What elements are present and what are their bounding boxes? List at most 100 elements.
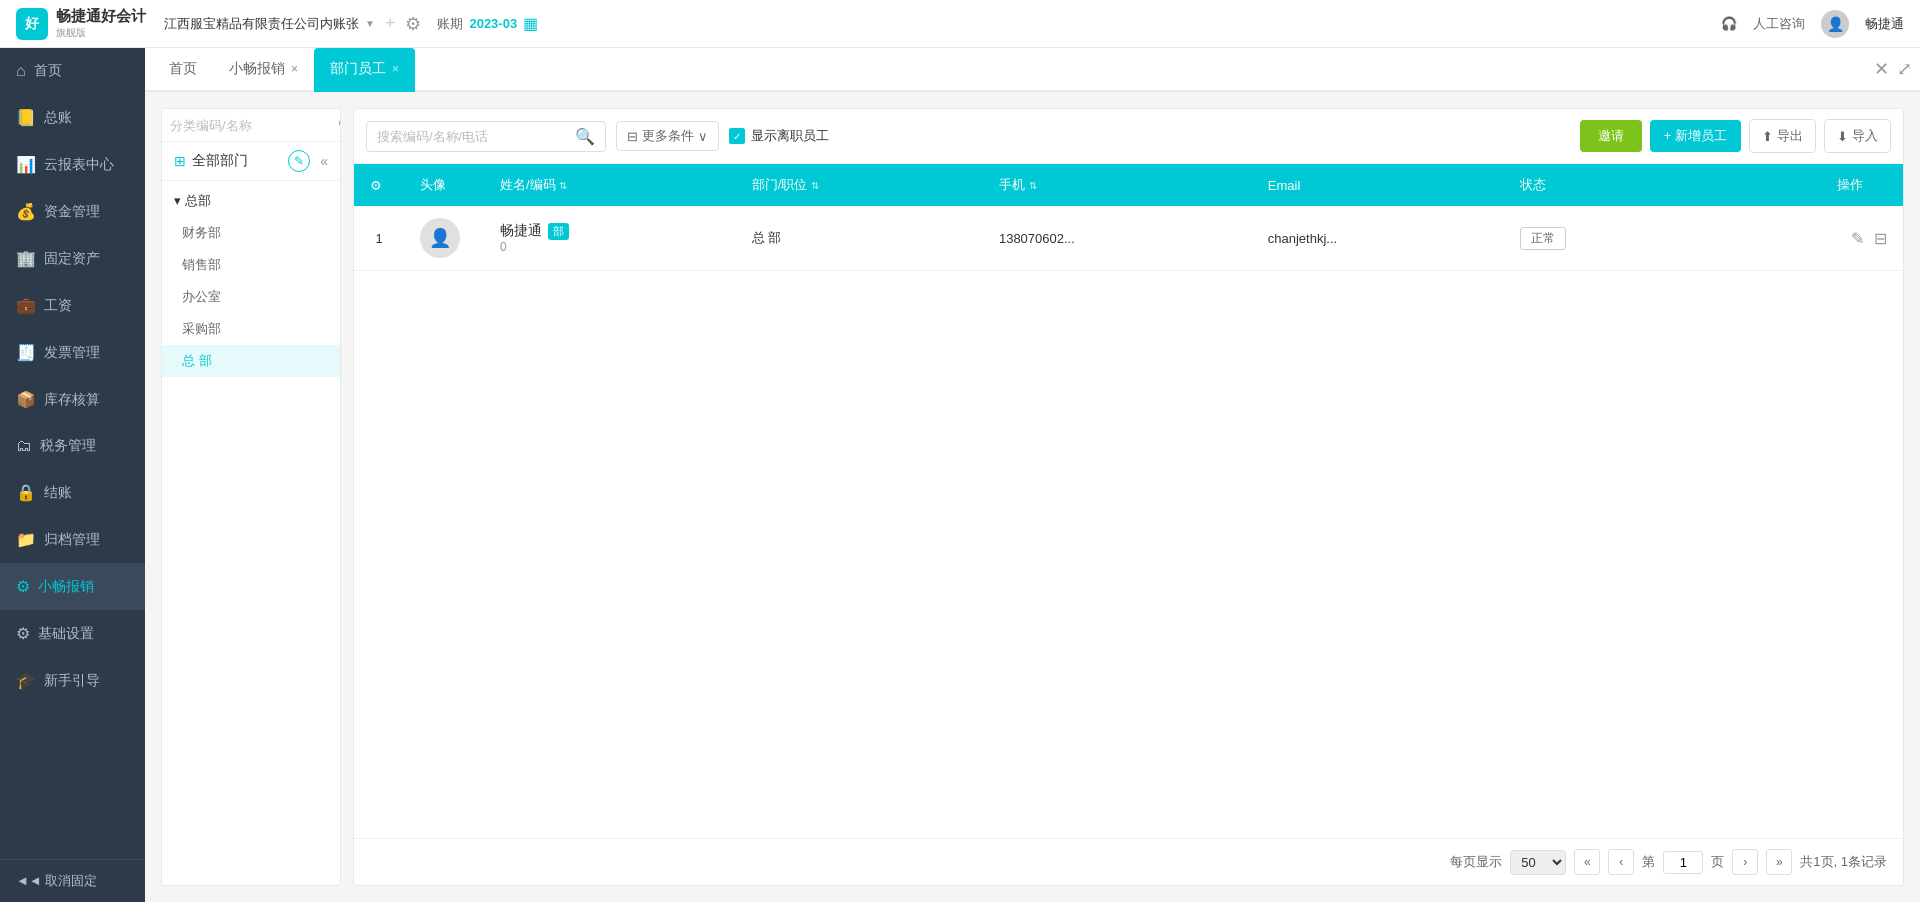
dept-node-general[interactable]: ▾ 总部 <box>162 185 340 217</box>
avatar-icon: 👤 <box>429 227 451 249</box>
tab-expense-label: 小畅报销 <box>229 60 285 78</box>
page-suffix: 页 <box>1711 853 1724 871</box>
emp-name-cell: 畅捷通 部 0 <box>484 206 736 271</box>
total-records: 共1页, 1条记录 <box>1800 853 1887 871</box>
export-button[interactable]: ⬆ 导出 <box>1749 119 1816 153</box>
add-employee-button[interactable]: + 新增员工 <box>1650 120 1741 152</box>
all-dept-header[interactable]: ⊞ 全部部门 ✎ « <box>162 142 340 181</box>
sidebar-label-archive: 归档管理 <box>44 531 100 549</box>
invite-button[interactable]: 邀请 <box>1580 120 1642 152</box>
collapse-icon[interactable]: « <box>320 153 328 169</box>
col-settings[interactable]: ⚙ <box>354 164 404 206</box>
dept-search-input[interactable] <box>170 118 338 133</box>
ledger-icon: 📒 <box>16 108 36 127</box>
calendar-icon[interactable]: ▦ <box>523 14 538 33</box>
dept-label-sales: 销售部 <box>182 257 221 272</box>
close-tab-icon[interactable]: ✕ <box>1874 58 1889 80</box>
sidebar-item-expense[interactable]: ⚙ 小畅报销 <box>0 563 145 610</box>
settings-icon[interactable]: ⚙ <box>405 13 421 35</box>
emp-search-icon[interactable]: 🔍 <box>575 127 595 146</box>
dept-node-procurement[interactable]: 采购部 <box>162 313 340 345</box>
dept-sort-icon: ⇅ <box>811 180 819 191</box>
tab-expense-close[interactable]: × <box>291 62 298 76</box>
user-avatar: 👤 <box>1821 10 1849 38</box>
col-name[interactable]: 姓名/编码 ⇅ <box>484 164 736 206</box>
dept-search-area: 🔍 <box>162 109 340 142</box>
sidebar-item-basic[interactable]: ⚙ 基础设置 <box>0 610 145 657</box>
table-header-row: ⚙ 头像 姓名/编码 ⇅ 部门/职位 ⇅ <box>354 164 1903 206</box>
dept-label-general: ▾ 总部 <box>174 193 211 208</box>
filter-button[interactable]: ⊟ 更多条件 ∨ <box>616 121 719 151</box>
tab-dept-employee[interactable]: 部门员工 × <box>314 48 415 92</box>
status-badge: 正常 <box>1520 227 1566 250</box>
dept-edit-button[interactable]: ✎ <box>288 150 310 172</box>
show-resigned-checkbox[interactable]: ✓ <box>729 128 745 144</box>
sidebar-label-close: 结账 <box>44 484 72 502</box>
sidebar-item-tax[interactable]: 🗂 税务管理 <box>0 423 145 469</box>
tab-dept-close[interactable]: × <box>392 62 399 76</box>
tabs-end-actions: ✕ ⤢ <box>1874 58 1912 80</box>
sidebar-item-funds[interactable]: 💰 资金管理 <box>0 188 145 235</box>
sidebar-label-invoice: 发票管理 <box>44 344 100 362</box>
sidebar-item-assets[interactable]: 🏢 固定资产 <box>0 235 145 282</box>
dept-node-hq[interactable]: 总 部 <box>162 345 340 377</box>
export-label: 导出 <box>1777 127 1803 145</box>
maximize-icon[interactable]: ⤢ <box>1897 58 1912 80</box>
dept-panel: 🔍 ⊞ 全部部门 ✎ « ▾ 总部 财务部 销售部 <box>161 108 341 886</box>
emp-num: 1 <box>354 206 404 271</box>
pagination: 每页显示 50 100 200 « ‹ 第 页 › » 共1页, 1条记录 <box>354 838 1903 885</box>
col-phone[interactable]: 手机 ⇅ <box>983 164 1252 206</box>
support-label[interactable]: 人工咨询 <box>1753 15 1805 33</box>
cancel-pin-button[interactable]: ◄◄ 取消固定 <box>0 859 145 902</box>
import-button[interactable]: ⬇ 导入 <box>1824 119 1891 153</box>
sidebar-item-ledger[interactable]: 📒 总账 <box>0 94 145 141</box>
per-page-select[interactable]: 50 100 200 <box>1510 850 1566 875</box>
filter-label: 更多条件 <box>642 127 694 145</box>
sidebar-item-inventory[interactable]: 📦 库存核算 <box>0 376 145 423</box>
dept-label-office: 办公室 <box>182 289 221 304</box>
company-dropdown-arrow: ▼ <box>365 18 375 29</box>
col-name-label: 姓名/编码 <box>500 177 556 192</box>
sidebar-item-invoice[interactable]: 🧾 发票管理 <box>0 329 145 376</box>
content-area: 首页 小畅报销 × 部门员工 × ✕ ⤢ 🔍 <box>145 48 1920 902</box>
dept-search-icon[interactable]: 🔍 <box>338 117 341 133</box>
guide-icon: 🎓 <box>16 671 36 690</box>
sidebar-item-reports[interactable]: 📊 云报表中心 <box>0 141 145 188</box>
sidebar-item-guide[interactable]: 🎓 新手引导 <box>0 657 145 704</box>
dept-node-sales[interactable]: 销售部 <box>162 249 340 281</box>
tab-expense[interactable]: 小畅报销 × <box>213 48 314 92</box>
tax-icon: 🗂 <box>16 437 32 455</box>
support-headset-icon: 🎧 <box>1721 16 1737 31</box>
col-dept[interactable]: 部门/职位 ⇅ <box>736 164 983 206</box>
last-page-button[interactable]: » <box>1766 849 1792 875</box>
top-bar-right: 🎧 人工咨询 👤 畅捷通 <box>1721 10 1904 38</box>
dept-node-finance[interactable]: 财务部 <box>162 217 340 249</box>
dept-node-office[interactable]: 办公室 <box>162 281 340 313</box>
page-input[interactable] <box>1663 851 1703 874</box>
emp-toolbar: 🔍 ⊟ 更多条件 ∨ ✓ 显示离职员工 邀请 + 新增员工 <box>354 109 1903 164</box>
employee-panel: 🔍 ⊟ 更多条件 ∨ ✓ 显示离职员工 邀请 + 新增员工 <box>353 108 1904 886</box>
sidebar-item-archive[interactable]: 📁 归档管理 <box>0 516 145 563</box>
assets-icon: 🏢 <box>16 249 36 268</box>
show-resigned-label: 显示离职员工 <box>751 127 829 145</box>
tab-dept-label: 部门员工 <box>330 60 386 78</box>
inventory-icon: 📦 <box>16 390 36 409</box>
tab-home[interactable]: 首页 <box>153 48 213 92</box>
company-selector[interactable]: 江西服宝精品有限责任公司内账张 ▼ <box>164 15 375 33</box>
sidebar-item-salary[interactable]: 💼 工资 <box>0 282 145 329</box>
page-content: 🔍 ⊞ 全部部门 ✎ « ▾ 总部 财务部 销售部 <box>145 92 1920 902</box>
edit-employee-button[interactable]: ✎ <box>1851 229 1864 248</box>
sidebar-item-close[interactable]: 🔒 结账 <box>0 469 145 516</box>
next-page-button[interactable]: › <box>1732 849 1758 875</box>
tab-home-label: 首页 <box>169 60 197 78</box>
add-account-button[interactable]: + <box>385 13 396 34</box>
emp-search-input[interactable] <box>377 129 569 144</box>
prev-page-button[interactable]: ‹ <box>1608 849 1634 875</box>
sidebar-label-reports: 云报表中心 <box>44 156 114 174</box>
emp-name-text: 畅捷通 <box>500 222 542 240</box>
show-resigned-toggle[interactable]: ✓ 显示离职员工 <box>729 127 829 145</box>
first-page-button[interactable]: « <box>1574 849 1600 875</box>
sidebar-item-home[interactable]: ⌂ 首页 <box>0 48 145 94</box>
logout-employee-button[interactable]: ⊟ <box>1874 229 1887 248</box>
salary-icon: 💼 <box>16 296 36 315</box>
